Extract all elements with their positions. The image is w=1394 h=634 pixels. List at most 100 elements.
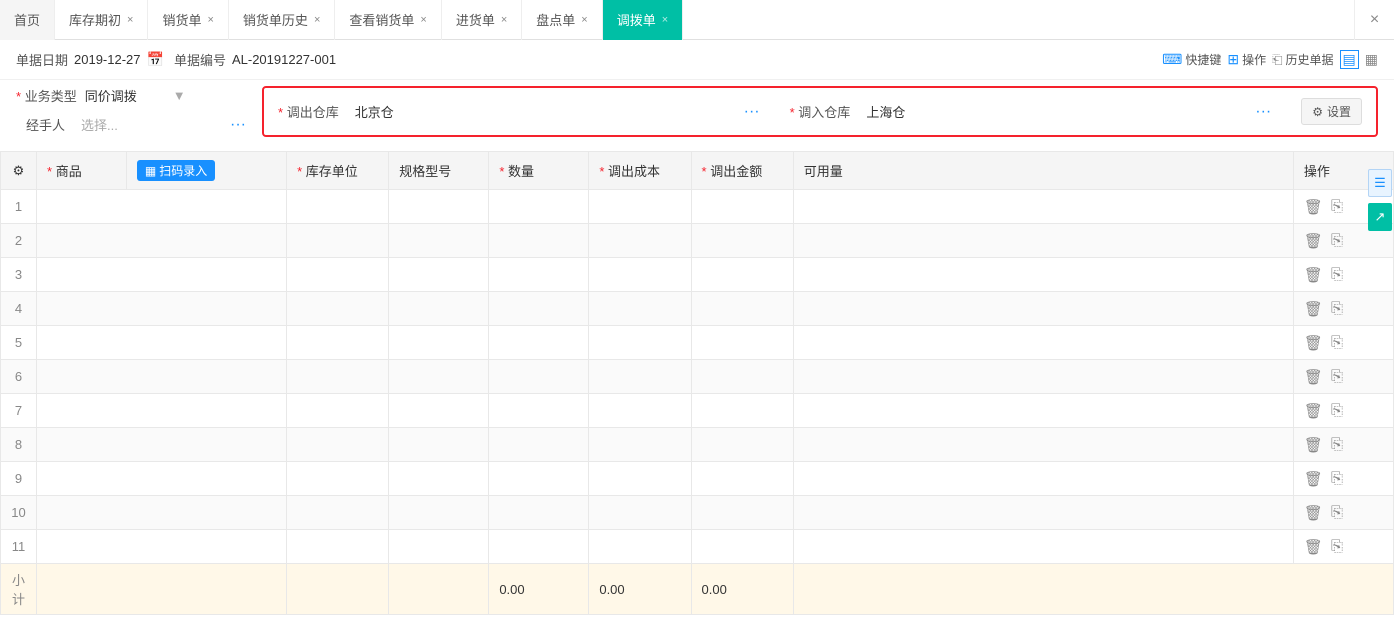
- row-product[interactable]: [37, 462, 287, 496]
- row-quantity[interactable]: [489, 292, 589, 326]
- tab-close-sales-history[interactable]: ×: [314, 14, 320, 26]
- scan-enter-btn[interactable]: ▦ 扫码录入: [137, 160, 215, 181]
- settings-button[interactable]: ⚙ 设置: [1301, 98, 1362, 125]
- row-spec[interactable]: [389, 394, 489, 428]
- operation-btn[interactable]: ⊞ 操作: [1227, 51, 1266, 68]
- row-unit[interactable]: [287, 530, 389, 564]
- delete-icon[interactable]: 🗑: [1304, 402, 1323, 420]
- row-transfer-cost[interactable]: [589, 190, 691, 224]
- row-transfer-amount[interactable]: [691, 530, 793, 564]
- tab-inventory-count[interactable]: 盘点单 ×: [522, 0, 602, 40]
- handler-input[interactable]: 选择...: [81, 115, 118, 134]
- row-transfer-cost[interactable]: [589, 292, 691, 326]
- delete-icon[interactable]: 🗑: [1304, 334, 1323, 352]
- delete-icon[interactable]: 🗑: [1304, 538, 1323, 556]
- row-quantity[interactable]: [489, 428, 589, 462]
- row-unit[interactable]: [287, 462, 389, 496]
- row-product[interactable]: [37, 326, 287, 360]
- tab-close-inventory-init[interactable]: ×: [127, 14, 133, 26]
- row-unit[interactable]: [287, 394, 389, 428]
- copy-icon[interactable]: ⎘: [1331, 538, 1343, 555]
- row-transfer-amount[interactable]: [691, 326, 793, 360]
- row-spec[interactable]: [389, 360, 489, 394]
- row-product[interactable]: [37, 360, 287, 394]
- row-quantity[interactable]: [489, 258, 589, 292]
- history-btn[interactable]: ⎗ 历史单据: [1272, 51, 1333, 68]
- th-settings[interactable]: ⚙: [1, 152, 37, 190]
- tab-home[interactable]: 首页: [0, 0, 55, 40]
- row-unit[interactable]: [287, 190, 389, 224]
- tab-view-sales[interactable]: 查看销货单 ×: [335, 0, 441, 40]
- tab-close-sales-order[interactable]: ×: [207, 14, 213, 26]
- copy-icon[interactable]: ⎘: [1331, 334, 1343, 351]
- business-type-dropdown-icon[interactable]: ▼: [173, 88, 186, 103]
- row-quantity[interactable]: [489, 496, 589, 530]
- row-product[interactable]: [37, 224, 287, 258]
- row-transfer-cost[interactable]: [589, 326, 691, 360]
- row-spec[interactable]: [389, 496, 489, 530]
- out-warehouse-value[interactable]: 北京仓: [355, 102, 394, 121]
- tab-transfer-order[interactable]: 调拨单 ×: [603, 0, 683, 40]
- tab-close-purchase-order[interactable]: ×: [501, 14, 507, 26]
- row-spec[interactable]: [389, 530, 489, 564]
- row-transfer-cost[interactable]: [589, 496, 691, 530]
- copy-icon[interactable]: ⎘: [1331, 300, 1343, 317]
- row-transfer-amount[interactable]: [691, 292, 793, 326]
- row-quantity[interactable]: [489, 462, 589, 496]
- copy-icon[interactable]: ⎘: [1331, 266, 1343, 283]
- row-product[interactable]: [37, 394, 287, 428]
- row-quantity[interactable]: [489, 360, 589, 394]
- delete-icon[interactable]: 🗑: [1304, 504, 1323, 522]
- row-unit[interactable]: [287, 326, 389, 360]
- row-unit[interactable]: [287, 428, 389, 462]
- row-transfer-amount[interactable]: [691, 462, 793, 496]
- row-transfer-cost[interactable]: [589, 462, 691, 496]
- handler-ellipsis[interactable]: ···: [190, 117, 246, 133]
- row-transfer-cost[interactable]: [589, 428, 691, 462]
- row-unit[interactable]: [287, 496, 389, 530]
- row-product[interactable]: [37, 258, 287, 292]
- row-product[interactable]: [37, 190, 287, 224]
- row-spec[interactable]: [389, 462, 489, 496]
- float-list-btn[interactable]: ☰: [1368, 169, 1392, 197]
- row-spec[interactable]: [389, 258, 489, 292]
- tab-purchase-order[interactable]: 进货单 ×: [442, 0, 522, 40]
- delete-icon[interactable]: 🗑: [1304, 470, 1323, 488]
- row-transfer-cost[interactable]: [589, 394, 691, 428]
- row-transfer-amount[interactable]: [691, 496, 793, 530]
- row-spec[interactable]: [389, 190, 489, 224]
- row-spec[interactable]: [389, 326, 489, 360]
- delete-icon[interactable]: 🗑: [1304, 266, 1323, 284]
- row-product[interactable]: [37, 428, 287, 462]
- tab-sales-order[interactable]: 销货单 ×: [148, 0, 228, 40]
- row-transfer-cost[interactable]: [589, 224, 691, 258]
- shortcut-key-btn[interactable]: ⌨ 快捷键: [1162, 51, 1221, 68]
- row-quantity[interactable]: [489, 326, 589, 360]
- delete-icon[interactable]: 🗑: [1304, 300, 1323, 318]
- copy-icon[interactable]: ⎘: [1331, 436, 1343, 453]
- row-transfer-cost[interactable]: [589, 360, 691, 394]
- copy-icon[interactable]: ⎘: [1331, 504, 1343, 521]
- layout-btn2[interactable]: ▦: [1365, 51, 1378, 68]
- row-quantity[interactable]: [489, 530, 589, 564]
- calendar-icon[interactable]: 📅: [147, 51, 164, 68]
- copy-icon[interactable]: ⎘: [1331, 402, 1343, 419]
- in-warehouse-ellipsis[interactable]: ···: [1255, 104, 1271, 120]
- row-transfer-amount[interactable]: [691, 360, 793, 394]
- row-transfer-amount[interactable]: [691, 190, 793, 224]
- row-unit[interactable]: [287, 360, 389, 394]
- copy-icon[interactable]: ⎘: [1331, 232, 1343, 249]
- row-transfer-cost[interactable]: [589, 530, 691, 564]
- copy-icon[interactable]: ⎘: [1331, 470, 1343, 487]
- row-quantity[interactable]: [489, 224, 589, 258]
- row-quantity[interactable]: [489, 394, 589, 428]
- tab-close-inventory-count[interactable]: ×: [581, 14, 587, 26]
- copy-icon[interactable]: ⎘: [1331, 198, 1343, 215]
- row-unit[interactable]: [287, 292, 389, 326]
- row-transfer-amount[interactable]: [691, 224, 793, 258]
- row-spec[interactable]: [389, 224, 489, 258]
- row-unit[interactable]: [287, 258, 389, 292]
- in-warehouse-value[interactable]: 上海仓: [866, 102, 905, 121]
- date-value[interactable]: 2019-12-27: [74, 52, 141, 67]
- window-close-button[interactable]: ×: [1354, 0, 1394, 40]
